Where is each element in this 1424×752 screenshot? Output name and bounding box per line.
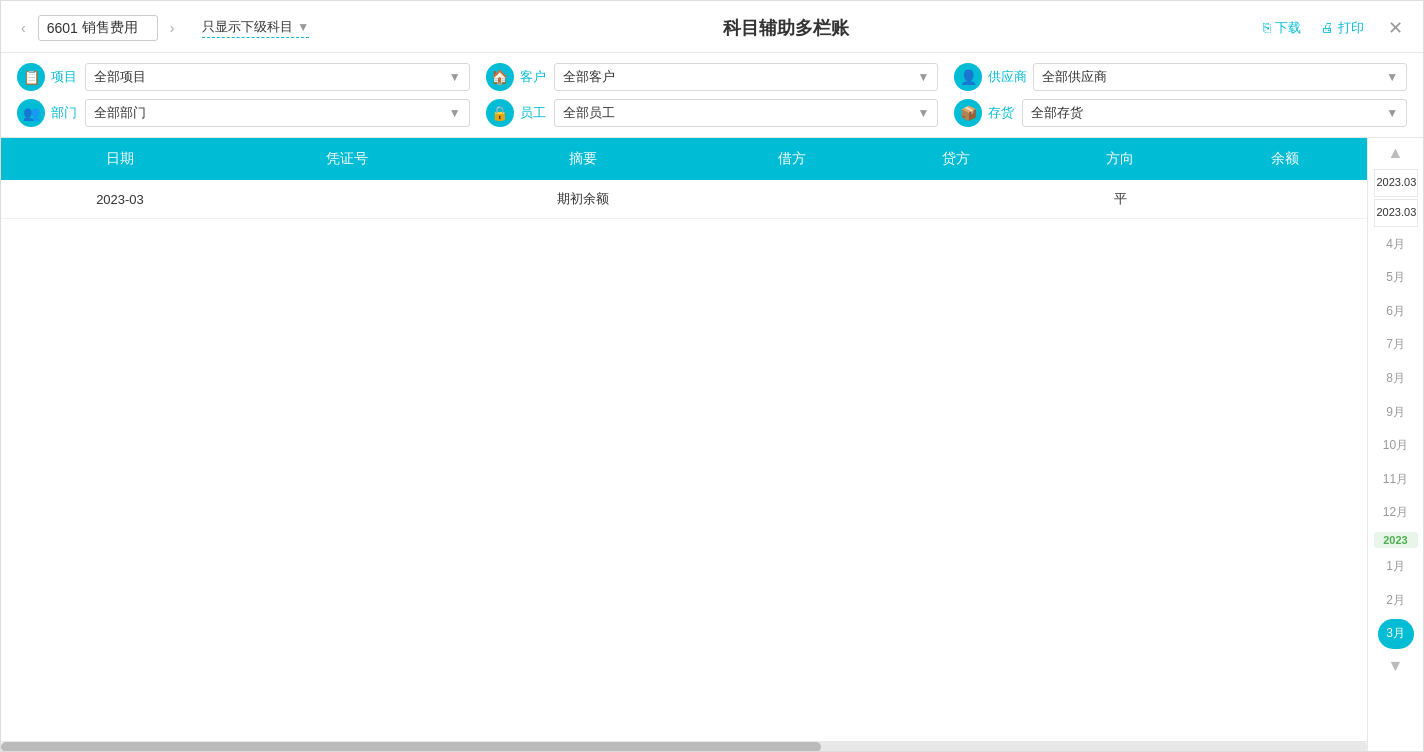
scroll-up-button[interactable]: ▲	[1382, 138, 1410, 168]
cell-balance	[1203, 180, 1367, 219]
supplier-value: 全部供应商	[1042, 68, 1107, 86]
col-direction: 方向	[1038, 138, 1202, 180]
col-balance: 余额	[1203, 138, 1367, 180]
account-code: 6601	[47, 20, 78, 36]
filter-label-employee: 员工	[520, 104, 548, 122]
print-button[interactable]: 🖨 打印	[1321, 19, 1364, 37]
month-12[interactable]: 12月	[1368, 496, 1423, 530]
horizontal-scrollbar[interactable]	[1, 741, 1367, 751]
filter-label-department: 部门	[51, 104, 79, 122]
filter-label-customer: 客户	[520, 68, 548, 86]
print-label: 打印	[1338, 19, 1364, 37]
filter-item-project: 📋 项目 全部项目 ▼	[17, 63, 470, 91]
cell-debit	[710, 180, 874, 219]
main-content: 日期 凭证号 摘要 借方 贷方 方向 余额 2023-03	[1, 138, 1367, 751]
customer-select[interactable]: 全部客户 ▼	[554, 63, 939, 91]
filter-row-2: 👥 部门 全部部门 ▼ 🔒 员工 全部员工 ▼ 📦 存货	[17, 99, 1407, 127]
download-button[interactable]: ⎘ 下载	[1263, 19, 1301, 37]
department-value: 全部部门	[94, 104, 146, 122]
month-9[interactable]: 9月	[1368, 396, 1423, 430]
download-label: 下载	[1275, 19, 1301, 37]
show-sub-arrow-icon: ▼	[297, 20, 309, 34]
supplier-select-arrow-icon: ▼	[1386, 70, 1398, 84]
project-select[interactable]: 全部项目 ▼	[85, 63, 470, 91]
filter-item-supplier: 👤 供应商 全部供应商 ▼	[954, 63, 1407, 91]
employee-icon: 🔒	[486, 99, 514, 127]
project-value: 全部项目	[94, 68, 146, 86]
filter-label-inventory: 存货	[988, 104, 1016, 122]
department-select[interactable]: 全部部门 ▼	[85, 99, 470, 127]
main-window: ‹ 6601 销售费用 › 只显示下级科目 ▼ 科目辅助多栏账 ⎘ 下载 🖨 打…	[0, 0, 1424, 752]
title-bar-left: ‹ 6601 销售费用 › 只显示下级科目 ▼	[17, 15, 309, 41]
title-actions: ⎘ 下载 🖨 打印 ✕	[1263, 17, 1407, 39]
filter-item-customer: 🏠 客户 全部客户 ▼	[486, 63, 939, 91]
filter-label-project: 项目	[51, 68, 79, 86]
cell-date: 2023-03	[1, 180, 239, 219]
show-sub-label: 只显示下级科目	[202, 18, 293, 36]
filter-item-department: 👥 部门 全部部门 ▼	[17, 99, 470, 127]
account-code-box[interactable]: 6601 销售费用	[38, 15, 158, 41]
supplier-select[interactable]: 全部供应商 ▼	[1033, 63, 1407, 91]
supplier-icon: 👤	[954, 63, 982, 91]
cell-summary: 期初余额	[456, 180, 710, 219]
filter-area: 📋 项目 全部项目 ▼ 🏠 客户 全部客户 ▼ 👤 供应商	[1, 53, 1423, 138]
table-row[interactable]: 2023-03 期初余额 平	[1, 180, 1367, 219]
table-area[interactable]: 日期 凭证号 摘要 借方 贷方 方向 余额 2023-03	[1, 138, 1367, 741]
nav-prev-button[interactable]: ‹	[17, 18, 30, 38]
cell-direction: 平	[1038, 180, 1202, 219]
inventory-select-arrow-icon: ▼	[1386, 106, 1398, 120]
title-bar: ‹ 6601 销售费用 › 只显示下级科目 ▼ 科目辅助多栏账 ⎘ 下载 🖨 打…	[1, 1, 1423, 53]
employee-select-arrow-icon: ▼	[917, 106, 929, 120]
filter-item-employee: 🔒 员工 全部员工 ▼	[486, 99, 939, 127]
filter-label-supplier: 供应商	[988, 68, 1027, 86]
department-icon: 👥	[17, 99, 45, 127]
table-header-row: 日期 凭证号 摘要 借方 贷方 方向 余额	[1, 138, 1367, 180]
col-date: 日期	[1, 138, 239, 180]
download-icon: ⎘	[1263, 20, 1271, 35]
project-select-arrow-icon: ▼	[449, 70, 461, 84]
cell-voucher	[239, 180, 456, 219]
year-badge: 2023	[1374, 532, 1418, 548]
month-11[interactable]: 11月	[1368, 463, 1423, 497]
customer-value: 全部客户	[563, 68, 615, 86]
period-item-1[interactable]: 2023.03	[1374, 169, 1418, 197]
col-credit: 贷方	[874, 138, 1038, 180]
scrollbar-track	[1, 742, 1367, 751]
project-icon: 📋	[17, 63, 45, 91]
inventory-value: 全部存货	[1031, 104, 1083, 122]
customer-select-arrow-icon: ▼	[917, 70, 929, 84]
account-name: 销售费用	[82, 19, 138, 37]
cell-credit	[874, 180, 1038, 219]
col-voucher: 凭证号	[239, 138, 456, 180]
month-4[interactable]: 4月	[1368, 228, 1423, 262]
print-icon: 🖨	[1321, 20, 1334, 35]
close-button[interactable]: ✕	[1384, 17, 1407, 39]
scrollbar-thumb[interactable]	[1, 742, 821, 751]
month-7[interactable]: 7月	[1368, 328, 1423, 362]
month-10[interactable]: 10月	[1368, 429, 1423, 463]
scroll-down-button[interactable]: ▼	[1382, 651, 1410, 681]
month-8[interactable]: 8月	[1368, 362, 1423, 396]
inventory-select[interactable]: 全部存货 ▼	[1022, 99, 1407, 127]
page-title: 科目辅助多栏账	[309, 16, 1263, 40]
right-panel: ▲ 2023.03 2023.03 4月 5月 6月 7月 8月 9月 10月 …	[1367, 138, 1423, 751]
employee-value: 全部员工	[563, 104, 615, 122]
employee-select[interactable]: 全部员工 ▼	[554, 99, 939, 127]
ledger-table: 日期 凭证号 摘要 借方 贷方 方向 余额 2023-03	[1, 138, 1367, 219]
month-3-active[interactable]: 3月	[1378, 619, 1414, 649]
filter-row-1: 📋 项目 全部项目 ▼ 🏠 客户 全部客户 ▼ 👤 供应商	[17, 63, 1407, 91]
show-sub-button[interactable]: 只显示下级科目 ▼	[202, 18, 309, 38]
col-debit: 借方	[710, 138, 874, 180]
month-6[interactable]: 6月	[1368, 295, 1423, 329]
period-item-2[interactable]: 2023.03	[1374, 199, 1418, 227]
col-summary: 摘要	[456, 138, 710, 180]
nav-next-button[interactable]: ›	[166, 18, 179, 38]
department-select-arrow-icon: ▼	[449, 106, 461, 120]
month-1[interactable]: 1月	[1368, 550, 1423, 584]
month-5[interactable]: 5月	[1368, 261, 1423, 295]
customer-icon: 🏠	[486, 63, 514, 91]
filter-item-inventory: 📦 存货 全部存货 ▼	[954, 99, 1407, 127]
month-2[interactable]: 2月	[1368, 584, 1423, 618]
inventory-icon: 📦	[954, 99, 982, 127]
